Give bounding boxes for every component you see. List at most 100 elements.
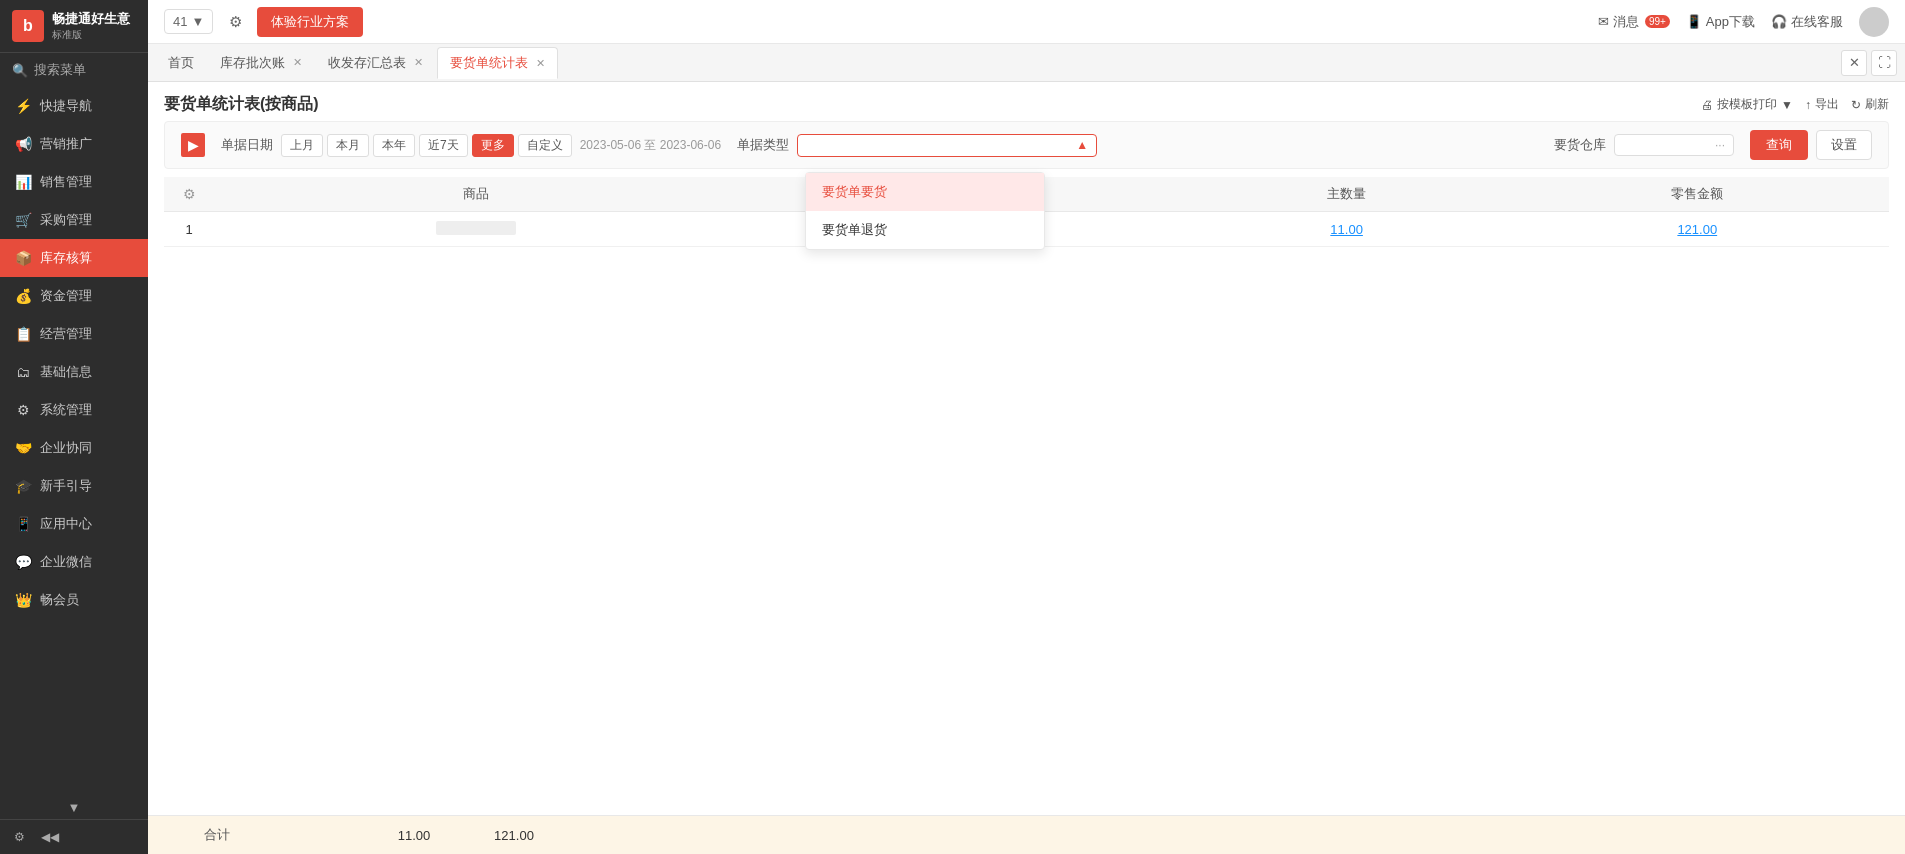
quantity-link[interactable]: 11.00 — [1330, 222, 1363, 237]
col-settings: ⚙ — [164, 177, 214, 212]
wechat-icon: 💬 — [14, 553, 32, 571]
date-btn-last-7-days[interactable]: 近7天 — [419, 134, 468, 157]
date-btn-more[interactable]: 更多 — [472, 134, 514, 157]
topbar-right: ✉ 消息 99+ 📱 App下载 🎧 在线客服 — [1598, 7, 1889, 37]
warehouse-more-icon[interactable]: ··· — [1715, 138, 1725, 152]
sidebar-scroll-down[interactable]: ▼ — [0, 796, 148, 819]
topbar: 41 ▼ ⚙ 体验行业方案 ✉ 消息 99+ 📱 App下载 🎧 在线客服 — [148, 0, 1905, 44]
collab-icon: 🤝 — [14, 439, 32, 457]
message-icon: ✉ — [1598, 14, 1609, 29]
sidebar-search[interactable]: 🔍 搜索菜单 — [0, 53, 148, 87]
finance-icon: 💰 — [14, 287, 32, 305]
phone-icon: 📱 — [1686, 14, 1702, 29]
settings-button[interactable]: 设置 — [1816, 130, 1872, 160]
col-amount: 零售金额 — [1506, 177, 1889, 212]
system-icon: ⚙ — [14, 401, 32, 419]
marketing-icon: 📢 — [14, 135, 32, 153]
tabbar-actions: ✕ ⛶ — [1841, 50, 1897, 76]
sidebar-item-system[interactable]: ⚙ 系统管理 — [0, 391, 148, 429]
type-filter-label: 单据类型 — [737, 136, 789, 154]
store-selector[interactable]: 41 ▼ — [164, 9, 213, 34]
filter-warehouse-group: 要货仓库 ··· — [1554, 134, 1734, 156]
tab-order-stats[interactable]: 要货单统计表 ✕ — [437, 47, 558, 79]
headset-icon: 🎧 — [1771, 14, 1787, 29]
date-btn-custom[interactable]: 自定义 — [518, 134, 572, 157]
collapse-btn[interactable]: ◀◀ — [41, 830, 59, 844]
page-title: 要货单统计表(按商品) — [164, 94, 319, 115]
tab-receivable-summary-close[interactable]: ✕ — [414, 56, 423, 69]
tab-order-stats-close[interactable]: ✕ — [536, 57, 545, 70]
tab-inventory-batch-close[interactable]: ✕ — [293, 56, 302, 69]
sidebar-item-inventory[interactable]: 📦 库存核算 — [0, 239, 148, 277]
warehouse-filter-input-wrapper[interactable]: ··· — [1614, 134, 1734, 156]
date-buttons: 上月 本月 本年 近7天 更多 自定义 — [281, 134, 572, 157]
sidebar-bottom: ⚙ ◀◀ — [0, 819, 148, 854]
operation-icon: 📋 — [14, 325, 32, 343]
col-quantity: 主数量 — [1188, 177, 1506, 212]
gear-button[interactable]: ⚙ — [221, 8, 249, 36]
type-dropdown-arrow[interactable]: ▲ — [1076, 138, 1088, 152]
basic-icon: 🗂 — [14, 363, 32, 381]
print-action[interactable]: 🖨 按模板打印 ▼ — [1701, 96, 1793, 113]
guide-icon: 🎓 — [14, 477, 32, 495]
user-avatar[interactable] — [1859, 7, 1889, 37]
dropdown-item-order-goods[interactable]: 要货单要货 — [806, 173, 1044, 211]
messages-action[interactable]: ✉ 消息 99+ — [1598, 13, 1670, 31]
page-content: 要货单统计表(按商品) 🖨 按模板打印 ▼ ↑ 导出 ↻ 刷新 ▶ — [148, 82, 1905, 854]
store-name: 41 — [173, 14, 187, 29]
member-icon: 👑 — [14, 591, 32, 609]
sidebar-item-marketing[interactable]: 📢 营销推广 — [0, 125, 148, 163]
filter-expand-button[interactable]: ▶ — [181, 133, 205, 157]
sidebar-item-collab[interactable]: 🤝 企业协同 — [0, 429, 148, 467]
product-name-placeholder — [436, 221, 516, 235]
table-footer: 合计 11.00 121.00 — [148, 815, 1905, 854]
amount-link[interactable]: 121.00 — [1677, 222, 1717, 237]
tab-home[interactable]: 首页 — [156, 48, 206, 78]
sidebar-item-member[interactable]: 👑 畅会员 — [0, 581, 148, 619]
settings-bottom-icon[interactable]: ⚙ — [14, 830, 25, 844]
main-area: 41 ▼ ⚙ 体验行业方案 ✉ 消息 99+ 📱 App下载 🎧 在线客服 — [148, 0, 1905, 854]
type-filter-input-wrapper[interactable]: ▲ — [797, 134, 1097, 157]
app-download-action[interactable]: 📱 App下载 — [1686, 13, 1755, 31]
refresh-icon: ↻ — [1851, 98, 1861, 112]
sidebar-item-wechat[interactable]: 💬 企业微信 — [0, 543, 148, 581]
inventory-icon: 📦 — [14, 249, 32, 267]
date-filter-label: 单据日期 — [221, 136, 273, 154]
sidebar-item-purchase[interactable]: 🛒 采购管理 — [0, 201, 148, 239]
industry-button[interactable]: 体验行业方案 — [257, 7, 363, 37]
sidebar-item-apps[interactable]: 📱 应用中心 — [0, 505, 148, 543]
column-settings-icon[interactable]: ⚙ — [183, 186, 196, 202]
tab-fullscreen-button[interactable]: ⛶ — [1871, 50, 1897, 76]
tab-inventory-batch[interactable]: 库存批次账 ✕ — [208, 48, 314, 78]
purchase-icon: 🛒 — [14, 211, 32, 229]
dropdown-item-order-return[interactable]: 要货单退货 — [806, 211, 1044, 249]
sidebar-item-basic[interactable]: 🗂 基础信息 — [0, 353, 148, 391]
sidebar-item-finance[interactable]: 💰 资金管理 — [0, 277, 148, 315]
cell-seq: 1 — [164, 212, 214, 247]
date-btn-this-month[interactable]: 本月 — [327, 134, 369, 157]
sales-icon: 📊 — [14, 173, 32, 191]
footer-amount: 121.00 — [464, 828, 564, 843]
sidebar-item-quick-nav[interactable]: ⚡ 快捷导航 — [0, 87, 148, 125]
refresh-action[interactable]: ↻ 刷新 — [1851, 96, 1889, 113]
sidebar-item-operation[interactable]: 📋 经营管理 — [0, 315, 148, 353]
print-dropdown-icon: ▼ — [1781, 98, 1793, 112]
footer-values: 11.00 121.00 — [364, 828, 564, 843]
date-btn-this-year[interactable]: 本年 — [373, 134, 415, 157]
filter-type-group: 单据类型 ▲ — [737, 134, 1538, 157]
table-container: ⚙ 商品 主计量单位 主数量 零售金额 1 块 — [148, 177, 1905, 815]
date-btn-last-month[interactable]: 上月 — [281, 134, 323, 157]
tab-close-all-button[interactable]: ✕ — [1841, 50, 1867, 76]
tab-receivable-summary[interactable]: 收发存汇总表 ✕ — [316, 48, 435, 78]
tabbar: 首页 库存批次账 ✕ 收发存汇总表 ✕ 要货单统计表 ✕ ✕ ⛶ — [148, 44, 1905, 82]
sidebar-item-sales[interactable]: 📊 销售管理 — [0, 163, 148, 201]
type-filter-input[interactable] — [806, 138, 1076, 153]
footer-quantity: 11.00 — [364, 828, 464, 843]
export-action[interactable]: ↑ 导出 — [1805, 96, 1839, 113]
query-button[interactable]: 查询 — [1750, 130, 1808, 160]
footer-total-label: 合计 — [164, 826, 364, 844]
messages-badge: 99+ — [1645, 15, 1670, 28]
sidebar-item-guide[interactable]: 🎓 新手引导 — [0, 467, 148, 505]
online-service-action[interactable]: 🎧 在线客服 — [1771, 13, 1843, 31]
logo-icon: b — [12, 10, 44, 42]
